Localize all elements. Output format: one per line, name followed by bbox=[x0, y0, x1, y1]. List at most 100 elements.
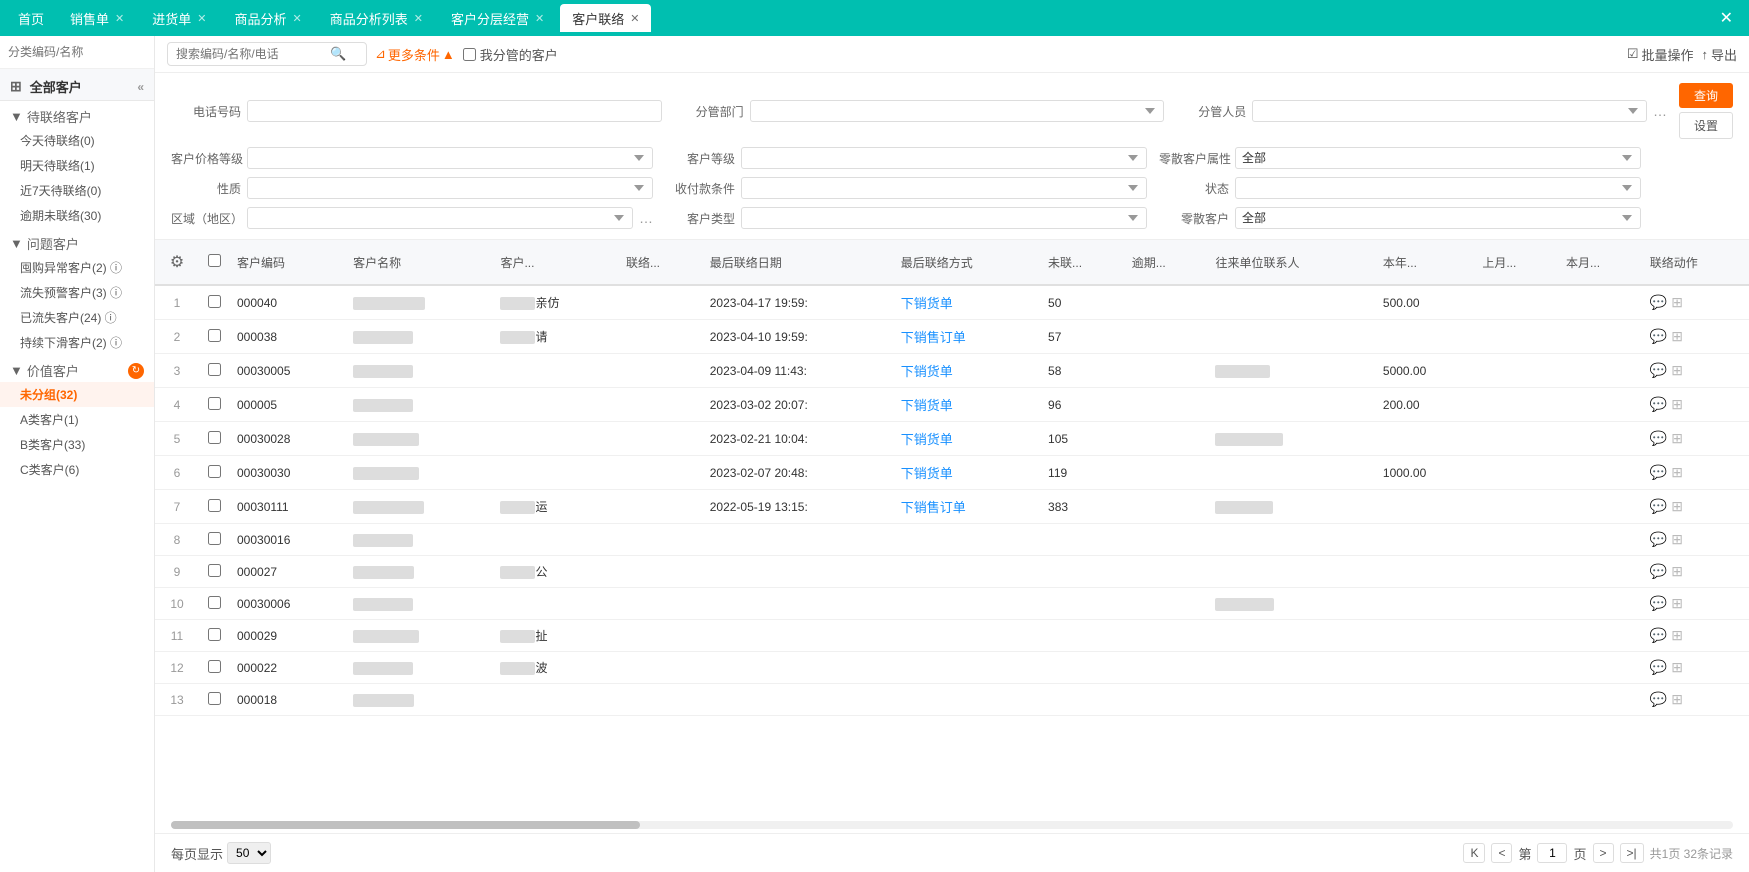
last-way-link[interactable]: 下销售订单 bbox=[901, 330, 966, 345]
export-btn[interactable]: ↑ 导出 bbox=[1701, 45, 1737, 64]
nav-tab-analysis-list[interactable]: 商品分析列表 ✕ bbox=[318, 4, 435, 32]
nav-tab-customer-contact[interactable]: 客户联络 ✕ bbox=[560, 4, 651, 32]
sidebar-item-overdue[interactable]: 逾期未联络(30) bbox=[0, 203, 154, 228]
filter-select-payment[interactable] bbox=[741, 177, 1147, 199]
more-action-icon[interactable]: ⊞ bbox=[1671, 595, 1683, 612]
sidebar-group-problem[interactable]: ▼ 问题客户 bbox=[0, 228, 154, 255]
contact-action-icon[interactable]: 💬 bbox=[1650, 563, 1667, 580]
row-checkbox[interactable] bbox=[208, 532, 221, 545]
more-action-icon[interactable]: ⊞ bbox=[1671, 691, 1683, 708]
next-page-btn[interactable]: > bbox=[1593, 843, 1614, 863]
nav-tab-customer-segment[interactable]: 客户分层经营 ✕ bbox=[439, 4, 556, 32]
row-checkbox[interactable] bbox=[208, 692, 221, 705]
last-way-link[interactable]: 下销货单 bbox=[901, 296, 953, 311]
sidebar-item-today[interactable]: 今天待联络(0) bbox=[0, 128, 154, 153]
nav-home[interactable]: 首页 bbox=[8, 9, 54, 28]
sidebar-item-churned[interactable]: 已流失客户(24) ⓘ bbox=[0, 305, 154, 330]
more-options-person[interactable]: … bbox=[1653, 103, 1667, 119]
sidebar-search-input[interactable] bbox=[8, 45, 155, 59]
nav-close-all[interactable]: ✕ bbox=[1712, 8, 1741, 28]
contact-action-icon[interactable]: 💬 bbox=[1650, 294, 1667, 311]
my-customers-checkbox[interactable]: 我分管的客户 bbox=[463, 45, 558, 64]
sidebar-item-class-c[interactable]: C类客户(6) bbox=[0, 457, 154, 482]
row-checkbox[interactable] bbox=[208, 465, 221, 478]
reset-btn[interactable]: 设置 bbox=[1679, 112, 1733, 139]
row-checkbox[interactable] bbox=[208, 431, 221, 444]
more-action-icon[interactable]: ⊞ bbox=[1671, 659, 1683, 676]
nav-tab-customer-segment-close[interactable]: ✕ bbox=[535, 12, 544, 25]
more-options-region[interactable]: … bbox=[639, 210, 653, 226]
sidebar-item-class-a[interactable]: A类客户(1) bbox=[0, 407, 154, 432]
page-number-input[interactable] bbox=[1537, 843, 1567, 863]
sidebar-group-value[interactable]: ▼ 价值客户 ↻ bbox=[0, 355, 154, 382]
last-way-link[interactable]: 下销货单 bbox=[901, 398, 953, 413]
sidebar-item-tomorrow[interactable]: 明天待联络(1) bbox=[0, 153, 154, 178]
last-way-link[interactable]: 下销货单 bbox=[901, 364, 953, 379]
contact-action-icon[interactable]: 💬 bbox=[1650, 328, 1667, 345]
sidebar-item-churn-warning[interactable]: 流失预警客户(3) ⓘ bbox=[0, 280, 154, 305]
filter-select-cust-type[interactable] bbox=[741, 207, 1147, 229]
horizontal-scrollbar[interactable] bbox=[171, 821, 1733, 829]
sidebar-item-7days[interactable]: 近7天待联络(0) bbox=[0, 178, 154, 203]
last-way-link[interactable]: 下销售订单 bbox=[901, 500, 966, 515]
nav-tab-analysis[interactable]: 商品分析 ✕ bbox=[222, 4, 313, 32]
more-action-icon[interactable]: ⊞ bbox=[1671, 464, 1683, 481]
contact-action-icon[interactable]: 💬 bbox=[1650, 362, 1667, 379]
contact-action-icon[interactable]: 💬 bbox=[1650, 627, 1667, 644]
row-checkbox[interactable] bbox=[208, 397, 221, 410]
last-way-link[interactable]: 下销货单 bbox=[901, 466, 953, 481]
nav-tab-purchase-close[interactable]: ✕ bbox=[197, 12, 206, 25]
nav-tab-sales-close[interactable]: ✕ bbox=[115, 12, 124, 25]
more-action-icon[interactable]: ⊞ bbox=[1671, 498, 1683, 515]
contact-action-icon[interactable]: 💬 bbox=[1650, 595, 1667, 612]
sidebar-all-customers[interactable]: ⊞ 全部客户 « bbox=[0, 69, 154, 101]
more-action-icon[interactable]: ⊞ bbox=[1671, 328, 1683, 345]
row-checkbox[interactable] bbox=[208, 628, 221, 641]
more-action-icon[interactable]: ⊞ bbox=[1671, 294, 1683, 311]
my-customers-check[interactable] bbox=[463, 48, 476, 61]
row-checkbox[interactable] bbox=[208, 329, 221, 342]
more-action-icon[interactable]: ⊞ bbox=[1671, 430, 1683, 447]
table-settings-icon[interactable]: ⚙ bbox=[163, 248, 191, 276]
sidebar-item-declining[interactable]: 持续下滑客户(2) ⓘ bbox=[0, 330, 154, 355]
sidebar-item-hoarding[interactable]: 囤购异常客户(2) ⓘ bbox=[0, 255, 154, 280]
contact-action-icon[interactable]: 💬 bbox=[1650, 464, 1667, 481]
filter-select-nature[interactable] bbox=[247, 177, 653, 199]
filter-select-person[interactable] bbox=[1252, 100, 1647, 122]
sidebar-item-class-b[interactable]: B类客户(33) bbox=[0, 432, 154, 457]
contact-action-icon[interactable]: 💬 bbox=[1650, 691, 1667, 708]
last-page-btn[interactable]: >| bbox=[1620, 843, 1644, 863]
contact-action-icon[interactable]: 💬 bbox=[1650, 396, 1667, 413]
first-page-btn[interactable]: K bbox=[1463, 843, 1485, 863]
more-action-icon[interactable]: ⊞ bbox=[1671, 563, 1683, 580]
filter-select-price[interactable] bbox=[247, 147, 653, 169]
nav-tab-analysis-close[interactable]: ✕ bbox=[293, 12, 302, 25]
filter-select-dept[interactable] bbox=[750, 100, 1165, 122]
more-action-icon[interactable]: ⊞ bbox=[1671, 362, 1683, 379]
filter-select-retail-cust[interactable]: 全部 bbox=[1235, 207, 1641, 229]
row-checkbox[interactable] bbox=[208, 564, 221, 577]
more-action-icon[interactable]: ⊞ bbox=[1671, 627, 1683, 644]
row-checkbox[interactable] bbox=[208, 596, 221, 609]
select-all-checkbox[interactable] bbox=[208, 254, 221, 267]
scrollbar-thumb[interactable] bbox=[171, 821, 640, 829]
row-checkbox[interactable] bbox=[208, 295, 221, 308]
filter-select-status[interactable] bbox=[1235, 177, 1641, 199]
nav-tab-customer-contact-close[interactable]: ✕ bbox=[630, 12, 639, 25]
sidebar-group-pending[interactable]: ▼ 待联络客户 bbox=[0, 101, 154, 128]
contact-action-icon[interactable]: 💬 bbox=[1650, 430, 1667, 447]
more-action-icon[interactable]: ⊞ bbox=[1671, 531, 1683, 548]
nav-tab-purchase[interactable]: 进货单 ✕ bbox=[140, 4, 218, 32]
row-checkbox[interactable] bbox=[208, 363, 221, 376]
search-input[interactable] bbox=[176, 47, 326, 61]
filter-input-phone[interactable] bbox=[247, 100, 662, 122]
prev-page-btn[interactable]: < bbox=[1491, 843, 1512, 863]
nav-tab-analysis-list-close[interactable]: ✕ bbox=[414, 12, 423, 25]
last-way-link[interactable]: 下销货单 bbox=[901, 432, 953, 447]
query-btn[interactable]: 查询 bbox=[1679, 83, 1733, 108]
sidebar-item-ungrouped[interactable]: 未分组(32) bbox=[0, 382, 154, 407]
filter-select-cust-level[interactable] bbox=[741, 147, 1147, 169]
nav-tab-sales[interactable]: 销售单 ✕ bbox=[58, 4, 136, 32]
batch-ops-btn[interactable]: ☑ 批量操作 bbox=[1627, 45, 1694, 64]
contact-action-icon[interactable]: 💬 bbox=[1650, 531, 1667, 548]
